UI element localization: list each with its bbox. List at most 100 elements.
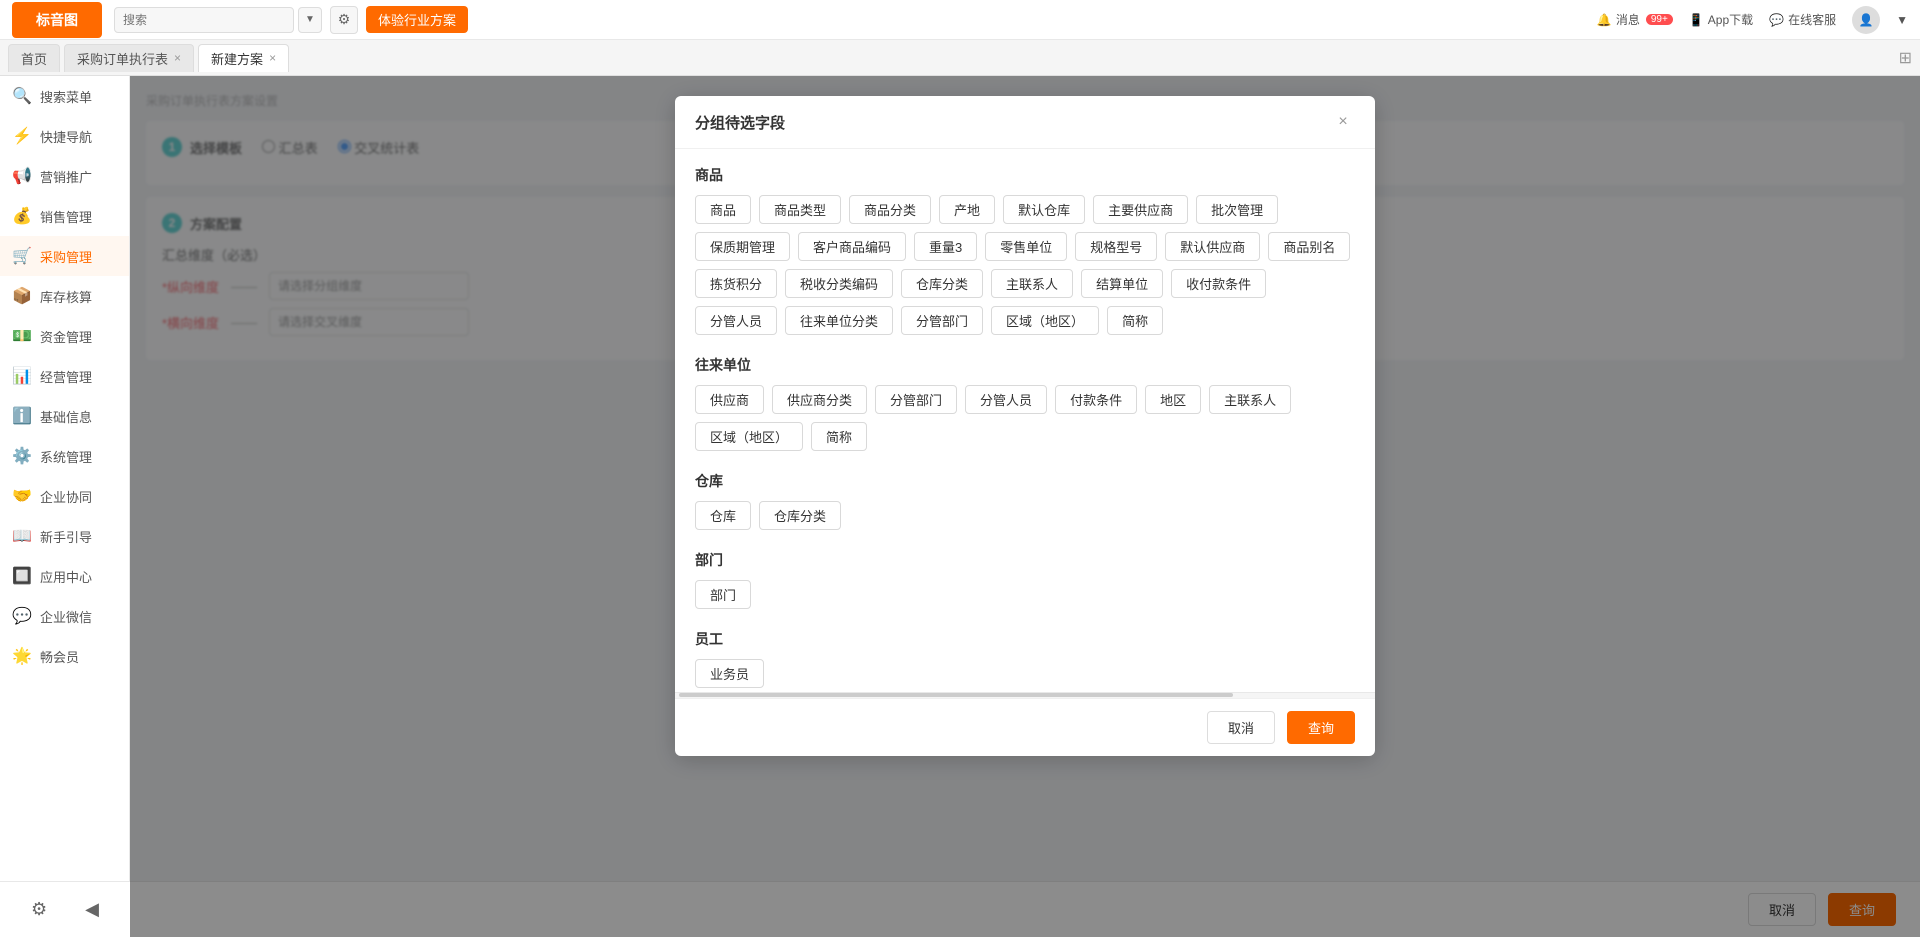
section-department-title: 部门 [695,550,1355,570]
content-area: 采购订单执行表方案设置 1 选择模板 汇总表 交叉统计表 2 方案配置 [130,76,1920,937]
field-tag[interactable]: 批次管理 [1196,195,1278,224]
collapse-icon[interactable]: ◀ [85,899,99,920]
sidebar-item-guide[interactable]: 📖 新手引导 [0,516,129,556]
field-tag[interactable]: 客户商品编码 [798,232,906,261]
online-service-item[interactable]: 💬 在线客服 [1769,11,1836,28]
modal-close-button[interactable]: × [1331,110,1355,134]
sidebar-item-wechat[interactable]: 💬 企业微信 [0,596,129,636]
field-tag[interactable]: 供应商 [695,385,764,414]
field-tag[interactable]: 分管人员 [695,306,777,335]
service-icon: 💬 [1769,13,1784,27]
field-tag[interactable]: 业务员 [695,659,764,688]
section-partner-title: 往来单位 [695,355,1355,375]
field-tag[interactable]: 仓库分类 [759,501,841,530]
search-nav-icon: 🔍 [12,86,32,106]
section-warehouse: 仓库 仓库 仓库分类 [695,471,1355,530]
field-tag[interactable]: 简称 [811,422,867,451]
app-center-icon: 🔲 [12,566,32,586]
field-tag[interactable]: 供应商分类 [772,385,867,414]
user-avatar[interactable]: 👤 [1852,6,1880,34]
field-tag[interactable]: 区域（地区） [695,422,803,451]
modal-body[interactable]: 商品 商品 商品类型 商品分类 产地 默认仓库 主要供应商 批次管理 保质期管理… [675,149,1375,692]
warehouse-field-grid: 仓库 仓库分类 [695,501,1355,530]
tab-new-plan-close[interactable]: × [269,51,276,65]
tab-home[interactable]: 首页 [8,44,60,72]
field-tag[interactable]: 重量3 [914,232,977,261]
system-icon: ⚙️ [12,446,32,466]
tab-purchase-exec-close[interactable]: × [174,51,181,65]
tab-new-plan[interactable]: 新建方案 × [198,44,289,72]
sidebar-item-member[interactable]: 🌟 畅会员 [0,636,129,676]
settings-icon[interactable]: ⚙ [330,6,358,34]
sidebar-item-basic-info[interactable]: ℹ️ 基础信息 [0,396,129,436]
operations-icon: 📊 [12,366,32,386]
field-tag[interactable]: 默认供应商 [1165,232,1260,261]
field-tag[interactable]: 付款条件 [1055,385,1137,414]
partner-field-grid: 供应商 供应商分类 分管部门 分管人员 付款条件 地区 主联系人 区域（地区） … [695,385,1355,451]
sidebar-item-purchase[interactable]: 🛒 采购管理 [0,236,129,276]
trial-button[interactable]: 体验行业方案 [366,6,468,33]
section-warehouse-title: 仓库 [695,471,1355,491]
employee-field-grid: 业务员 [695,659,1355,688]
goods-field-grid: 商品 商品类型 商品分类 产地 默认仓库 主要供应商 批次管理 保质期管理 客户… [695,195,1355,335]
field-tag[interactable]: 商品分类 [849,195,931,224]
field-tag[interactable]: 收付款条件 [1171,269,1266,298]
tab-purchase-exec[interactable]: 采购订单执行表 × [64,44,194,72]
sidebar-item-search[interactable]: 🔍 搜索菜单 [0,76,129,116]
field-tag[interactable]: 分管部门 [901,306,983,335]
modal-header: 分组待选字段 × [675,96,1375,149]
sidebar-item-app-center[interactable]: 🔲 应用中心 [0,556,129,596]
app-logo: 标音图 [12,2,102,38]
field-tag[interactable]: 分管部门 [875,385,957,414]
field-tag[interactable]: 商品别名 [1268,232,1350,261]
confirm-button[interactable]: 查询 [1287,711,1355,744]
field-tag[interactable]: 仓库 [695,501,751,530]
field-tag[interactable]: 主联系人 [1209,385,1291,414]
modal-hscroll-thumb [679,693,1233,697]
field-tag[interactable]: 产地 [939,195,995,224]
notification-item[interactable]: 🔔 消息 99+ [1597,11,1673,28]
field-tag[interactable]: 区域（地区） [991,306,1099,335]
sidebar-item-operations[interactable]: 📊 经营管理 [0,356,129,396]
field-tag[interactable]: 零售单位 [985,232,1067,261]
cancel-button[interactable]: 取消 [1207,711,1275,744]
field-tag[interactable]: 简称 [1107,306,1163,335]
sidebar-item-collab[interactable]: 🤝 企业协同 [0,476,129,516]
settings-bottom-icon[interactable]: ⚙ [31,899,47,920]
tab-expand-icon[interactable]: ⊞ [1899,48,1912,68]
field-tag[interactable]: 商品 [695,195,751,224]
field-tag[interactable]: 拣货积分 [695,269,777,298]
field-tag[interactable]: 往来单位分类 [785,306,893,335]
quicknav-icon: ⚡ [12,126,32,146]
sales-icon: 💰 [12,206,32,226]
field-tag[interactable]: 仓库分类 [901,269,983,298]
sidebar-item-system[interactable]: ⚙️ 系统管理 [0,436,129,476]
search-dropdown[interactable]: ▼ [298,7,322,33]
user-more[interactable]: ▼ [1896,13,1908,27]
sidebar-item-marketing[interactable]: 📢 营销推广 [0,156,129,196]
modal-overlay: 分组待选字段 × 商品 商品 商品类型 商品分类 产地 默认仓库 主要供应商 [130,76,1920,937]
sidebar-item-quicknav[interactable]: ⚡ 快捷导航 [0,116,129,156]
search-input[interactable] [114,7,294,33]
section-goods: 商品 商品 商品类型 商品分类 产地 默认仓库 主要供应商 批次管理 保质期管理… [695,165,1355,335]
field-tag[interactable]: 税收分类编码 [785,269,893,298]
field-tag[interactable]: 规格型号 [1075,232,1157,261]
field-tag[interactable]: 结算单位 [1081,269,1163,298]
field-tag[interactable]: 部门 [695,580,751,609]
field-tag[interactable]: 默认仓库 [1003,195,1085,224]
marketing-icon: 📢 [12,166,32,186]
notification-badge: 99+ [1646,14,1673,25]
sidebar-item-inventory[interactable]: 📦 库存核算 [0,276,129,316]
wechat-icon: 💬 [12,606,32,626]
app-download-item[interactable]: 📱 App下载 [1689,11,1753,28]
field-tag[interactable]: 地区 [1145,385,1201,414]
field-tag[interactable]: 分管人员 [965,385,1047,414]
sidebar-item-finance[interactable]: 💵 资金管理 [0,316,129,356]
modal-footer: 取消 查询 [675,698,1375,756]
field-tag[interactable]: 保质期管理 [695,232,790,261]
field-tag[interactable]: 商品类型 [759,195,841,224]
field-tag[interactable]: 主联系人 [991,269,1073,298]
field-tag[interactable]: 主要供应商 [1093,195,1188,224]
sidebar-item-sales[interactable]: 💰 销售管理 [0,196,129,236]
sidebar: 🔍 搜索菜单 ⚡ 快捷导航 📢 营销推广 💰 销售管理 🛒 采购管理 📦 库存核… [0,76,130,937]
